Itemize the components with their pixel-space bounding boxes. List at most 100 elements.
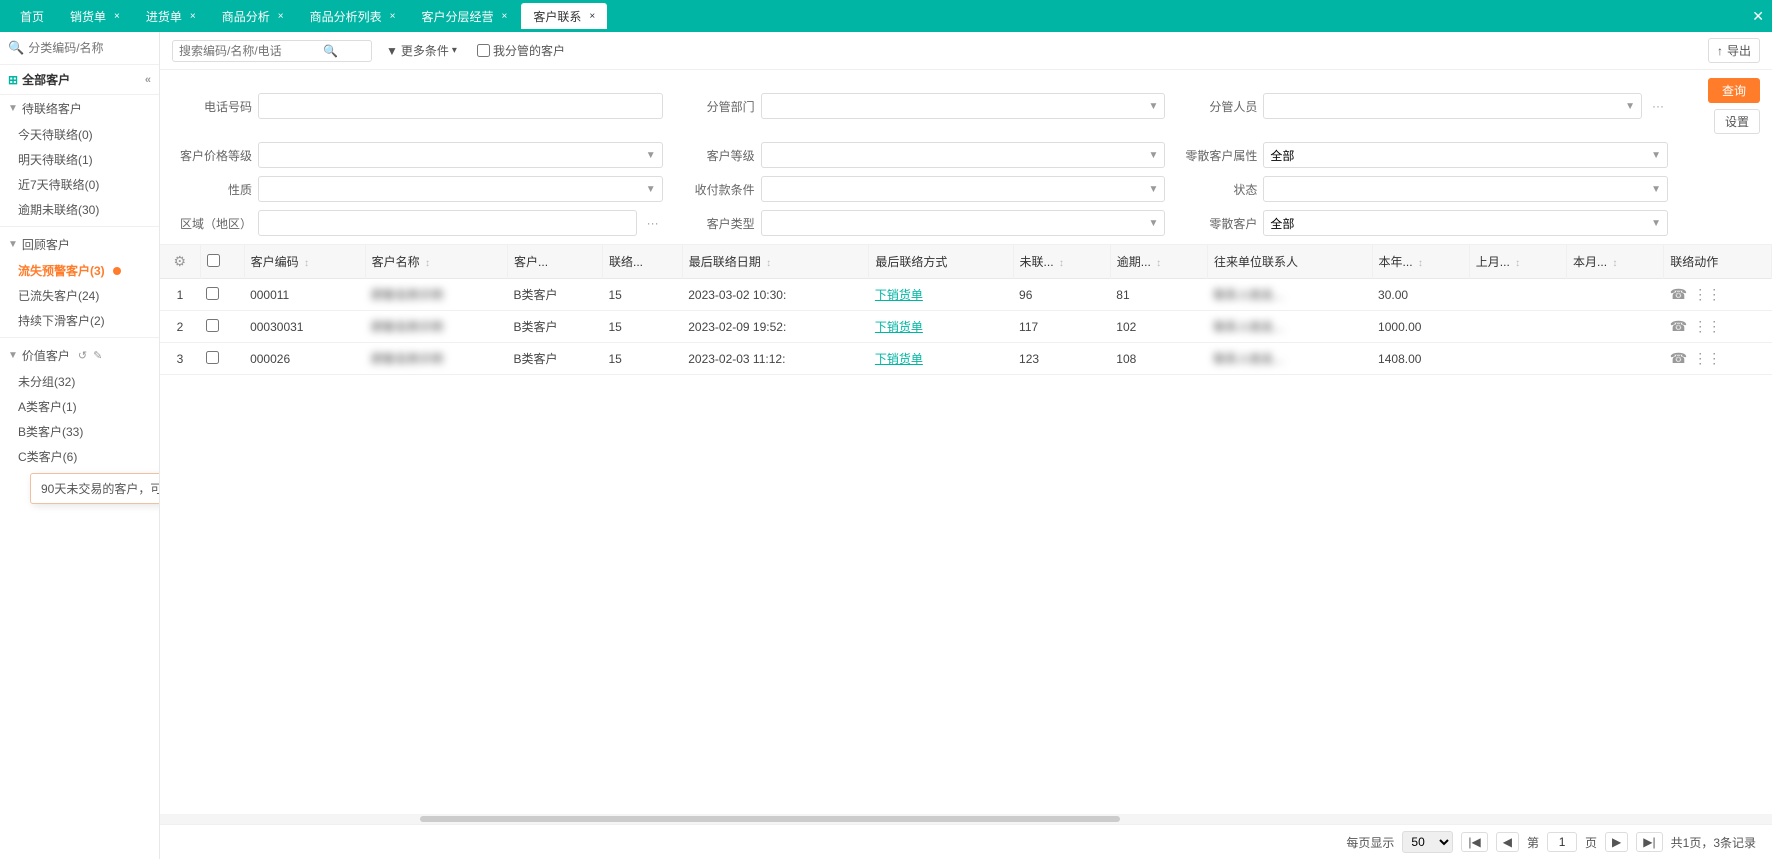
nav-tab-0[interactable]: 销货单 ×: [58, 3, 132, 29]
cell-code-0: 000011: [244, 279, 365, 311]
contact-icon-1[interactable]: ☎: [1670, 318, 1687, 335]
sort-icon-date[interactable]: ↕: [766, 258, 771, 269]
cell-checkbox-0: [200, 279, 244, 311]
tab-close-3[interactable]: ×: [390, 11, 396, 22]
contact-icon-2[interactable]: ☎: [1670, 350, 1687, 367]
item-churn-warning-label: 流失预警客户(3): [18, 262, 105, 279]
sidebar-item-b-class[interactable]: B类客户(33): [0, 419, 159, 444]
prev-page-btn[interactable]: ◀: [1496, 832, 1519, 852]
my-customers-checkbox[interactable]: [477, 44, 490, 57]
refresh-icon[interactable]: ↺: [78, 349, 87, 362]
close-window-button[interactable]: ✕: [1752, 8, 1764, 25]
phone-input[interactable]: [258, 93, 663, 119]
sidebar-item-a-class[interactable]: A类客户(1): [0, 394, 159, 419]
person-select[interactable]: ▼: [1263, 93, 1642, 119]
sort-icon-this-month[interactable]: ↕: [1612, 258, 1617, 269]
my-customers-checkbox-wrap[interactable]: 我分管的客户: [471, 39, 571, 62]
tab-close-2[interactable]: ×: [278, 11, 284, 22]
sidebar-collapse-btn[interactable]: «: [145, 74, 151, 86]
nav-tab-5[interactable]: 客户联系 ×: [521, 3, 607, 29]
region-ellipsis[interactable]: ···: [643, 216, 663, 230]
tab-close-5[interactable]: ×: [589, 11, 595, 22]
cell-overdue-0: 81: [1110, 279, 1207, 311]
sidebar-group-label-value[interactable]: ▼ 价值客户 ↺ ✎: [0, 342, 159, 369]
tab-close-4[interactable]: ×: [501, 11, 507, 22]
th-checkbox: [200, 245, 244, 279]
filter-field-zero-customer: 零散客户 全部 ▼: [1177, 210, 1668, 236]
filter-field-region: 区域（地区） ···: [172, 210, 663, 236]
sidebar-group-review: ▼ 回顾客户 90天未交易的客户，可能有流失风险。 流失预警客户(3) 已流失客…: [0, 231, 159, 333]
sidebar-item-today[interactable]: 今天待联络(0): [0, 122, 159, 147]
per-page-select[interactable]: 50 100 200: [1402, 831, 1453, 853]
nav-tab-4[interactable]: 客户分层经营 ×: [409, 3, 519, 29]
nature-select[interactable]: ▼: [258, 176, 663, 202]
zero-attr-select[interactable]: 全部 ▼: [1263, 142, 1668, 168]
more-icon-0[interactable]: ⋮⋮: [1693, 286, 1721, 303]
person-ellipsis[interactable]: ···: [1648, 99, 1668, 113]
sidebar-item-declining[interactable]: 持续下滑客户(2): [0, 308, 159, 333]
cell-contact-1: 15: [603, 311, 683, 343]
row-checkbox-2[interactable]: [206, 351, 219, 364]
sidebar-item-c-class[interactable]: C类客户(6): [0, 444, 159, 469]
settings-button[interactable]: 设置: [1714, 109, 1760, 134]
next-page-btn[interactable]: ▶: [1605, 832, 1628, 852]
level-select[interactable]: ▼: [761, 142, 1166, 168]
export-button[interactable]: ↑ 导出: [1708, 38, 1760, 63]
price-level-select[interactable]: ▼: [258, 142, 663, 168]
sidebar-item-lost-customers[interactable]: 已流失客户(24): [0, 283, 159, 308]
dept-select[interactable]: ▼: [761, 93, 1166, 119]
scrollbar-thumb[interactable]: [420, 816, 1120, 822]
zero-customer-select[interactable]: 全部 ▼: [1263, 210, 1668, 236]
row-checkbox-1[interactable]: [206, 319, 219, 332]
status-select[interactable]: ▼: [1263, 176, 1668, 202]
page-number-input[interactable]: [1547, 832, 1577, 852]
sidebar-item-churn-warning[interactable]: 流失预警客户(3): [0, 258, 159, 283]
sort-icon-this-year[interactable]: ↕: [1418, 258, 1423, 269]
item-lost-label: 已流失客户(24): [18, 287, 99, 304]
query-button[interactable]: 查询: [1708, 78, 1760, 103]
filter-field-dept: 分管部门 ▼: [675, 93, 1166, 119]
payment-select[interactable]: ▼: [761, 176, 1166, 202]
search-input[interactable]: [179, 44, 319, 58]
nav-home-tab[interactable]: 首页: [8, 3, 56, 29]
sidebar-item-overdue[interactable]: 逾期未联络(30): [0, 197, 159, 222]
contact-icon-0[interactable]: ☎: [1670, 286, 1687, 303]
sidebar-item-7days[interactable]: 近7天待联络(0): [0, 172, 159, 197]
cell-last-month-2: [1469, 343, 1566, 375]
region-select[interactable]: [258, 210, 637, 236]
sidebar-item-ungrouped[interactable]: 未分组(32): [0, 369, 159, 394]
more-conditions-button[interactable]: ▼ 更多条件 ▾: [380, 39, 463, 62]
sidebar-search-input[interactable]: [28, 41, 160, 55]
sort-icon-name[interactable]: ↕: [425, 258, 430, 269]
nav-tab-1[interactable]: 进货单 ×: [134, 3, 208, 29]
edit-icon[interactable]: ✎: [93, 349, 102, 362]
select-all-checkbox[interactable]: [207, 254, 220, 267]
tab-close-0[interactable]: ×: [114, 11, 120, 22]
per-page-label: 每页显示: [1346, 834, 1394, 851]
sidebar-group-label-review[interactable]: ▼ 回顾客户: [0, 231, 159, 258]
sidebar-item-tomorrow[interactable]: 明天待联络(1): [0, 147, 159, 172]
sort-icon-overdue[interactable]: ↕: [1156, 258, 1161, 269]
nav-tab-3[interactable]: 商品分析列表 ×: [298, 3, 408, 29]
sidebar-group-label-pending[interactable]: ▼ 待联络客户: [0, 95, 159, 122]
th-last-method: 最后联络方式: [869, 245, 1013, 279]
row-checkbox-0[interactable]: [206, 287, 219, 300]
tab-label-3: 商品分析列表: [310, 8, 382, 25]
nav-tab-2[interactable]: 商品分析 ×: [210, 3, 296, 29]
sidebar-all-customers[interactable]: ⊞ 全部客户 «: [0, 65, 159, 95]
type-select[interactable]: ▼: [761, 210, 1166, 236]
sort-icon-code[interactable]: ↕: [304, 258, 309, 269]
gear-icon[interactable]: ⚙: [173, 253, 186, 269]
zero-attr-value: 全部: [1270, 147, 1294, 164]
more-icon-2[interactable]: ⋮⋮: [1693, 350, 1721, 367]
tab-close-1[interactable]: ×: [190, 11, 196, 22]
orange-dot-churn: [113, 267, 121, 275]
sort-icon-last-month[interactable]: ↕: [1515, 258, 1520, 269]
more-icon-1[interactable]: ⋮⋮: [1693, 318, 1721, 335]
last-page-btn[interactable]: ▶|: [1636, 832, 1662, 852]
horizontal-scrollbar[interactable]: [160, 814, 1772, 824]
first-page-btn[interactable]: |◀: [1461, 832, 1487, 852]
all-customers-label: 全部客户: [22, 71, 70, 88]
sort-icon-unlinking[interactable]: ↕: [1059, 258, 1064, 269]
th-this-year: 本年... ↕: [1372, 245, 1469, 279]
